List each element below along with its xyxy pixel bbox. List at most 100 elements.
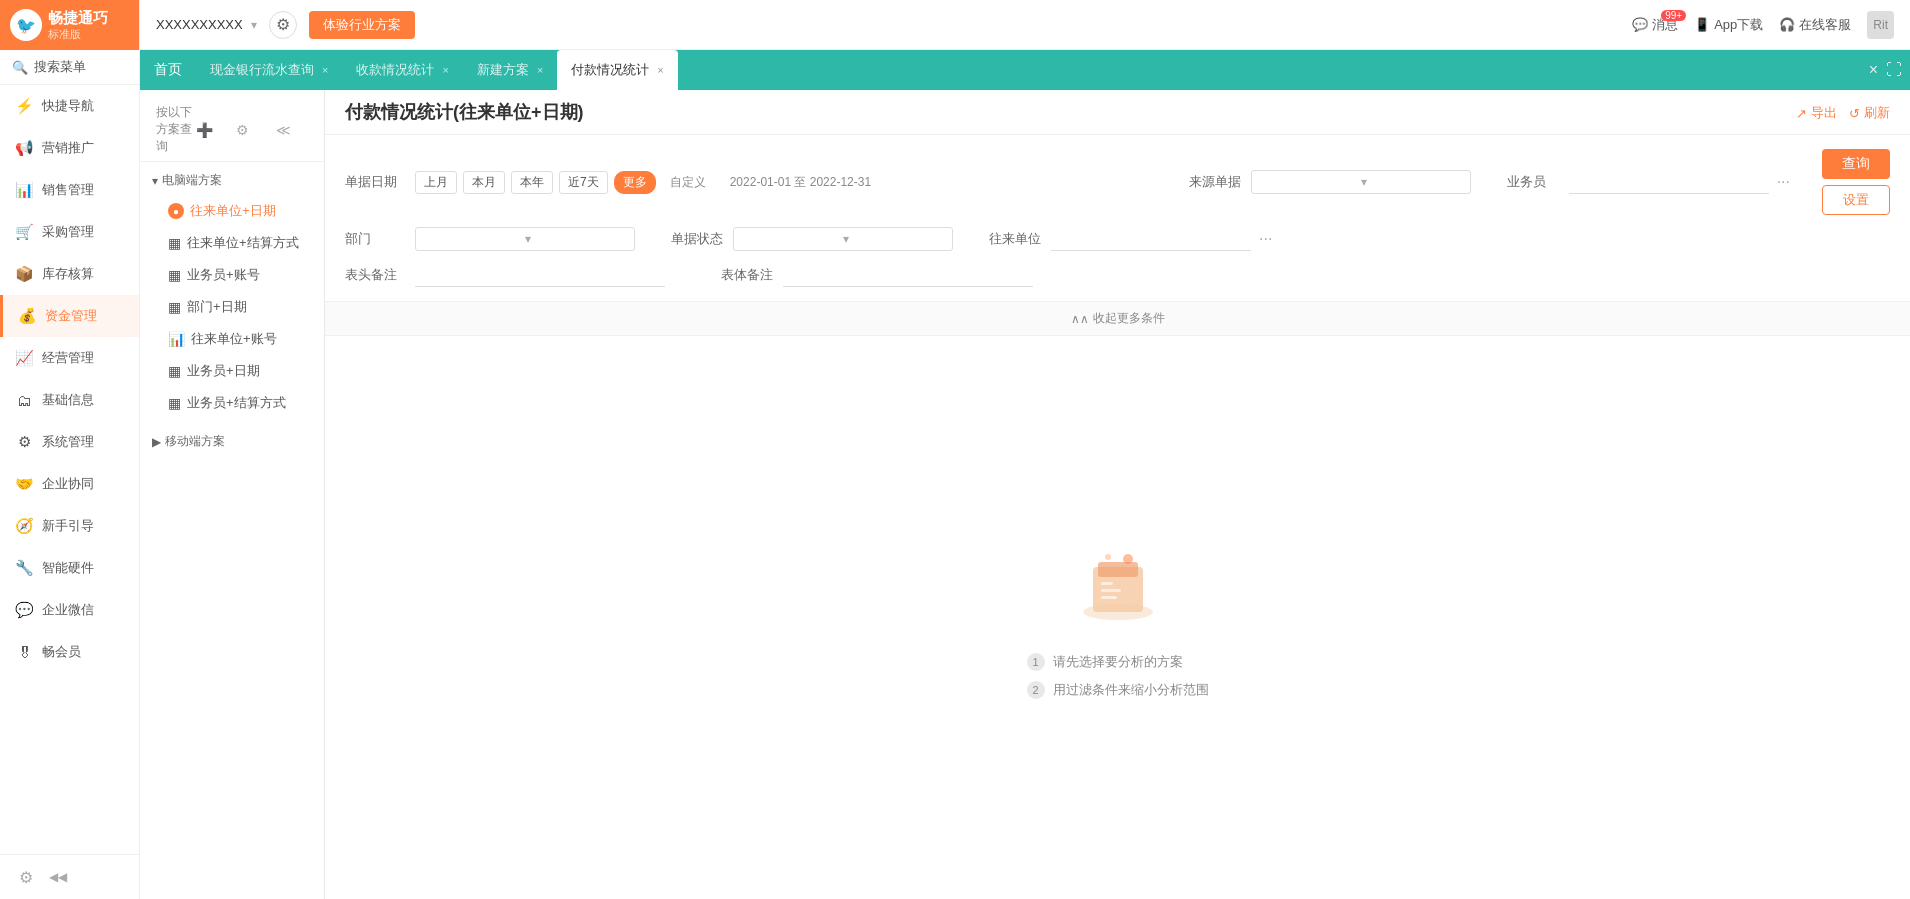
sidebar-item-quick-nav[interactable]: ⚡ 快捷导航 (0, 85, 139, 127)
query-btn[interactable]: 查询 (1822, 149, 1890, 179)
logo-icon: 🐦 (10, 9, 42, 41)
company-dropdown-icon[interactable]: ▾ (251, 18, 257, 32)
sidebar-item-finance[interactable]: 💰 资金管理 (0, 295, 139, 337)
operations-icon: 📈 (14, 348, 34, 368)
tab-close-all-icon[interactable]: × (1869, 61, 1878, 79)
desktop-group-toggle[interactable]: ▾ 电脑端方案 (140, 166, 324, 195)
date-btn-this-year[interactable]: 本年 (511, 171, 553, 194)
scheme-item-salesman-account[interactable]: ▦ 业务员+账号 (140, 259, 324, 291)
mobile-group-toggle[interactable]: ▶ 移动端方案 (140, 427, 324, 456)
scheme-item-salesman-date[interactable]: ▦ 业务员+日期 (140, 355, 324, 387)
sidebar-item-label: 系统管理 (42, 433, 94, 451)
scheme-settings-icon[interactable]: ⚙ (236, 122, 272, 138)
filter-row-2: 部门 ▾ 单据状态 ▾ 往来单位 (345, 227, 1890, 251)
scheme-item-salesman-settle[interactable]: ▦ 业务员+结算方式 (140, 387, 324, 419)
empty-hint-2: 2 用过滤条件来缩小分析范围 (1027, 681, 1209, 699)
tab-collection-stats-close[interactable]: × (442, 64, 448, 76)
sidebar-item-label: 企业协同 (42, 475, 94, 493)
sidebar: 🐦 畅捷通巧 标准版 🔍 搜索菜单 ⚡ 快捷导航 📢 营销推广 📊 销售管理 🛒… (0, 0, 140, 899)
refresh-btn[interactable]: ↺ 刷新 (1849, 104, 1890, 122)
search-menu[interactable]: 🔍 搜索菜单 (0, 50, 139, 85)
sidebar-item-label: 畅会员 (42, 643, 81, 661)
sidebar-item-operations[interactable]: 📈 经营管理 (0, 337, 139, 379)
svg-rect-2 (1098, 562, 1138, 577)
export-btn[interactable]: ↗ 导出 (1796, 104, 1837, 122)
head-note-input[interactable] (415, 263, 665, 287)
add-scheme-icon[interactable]: ➕ (196, 122, 232, 138)
notifications-btn[interactable]: 💬 消息 99+ (1632, 16, 1678, 34)
filter-settings-btn[interactable]: 设置 (1822, 185, 1890, 215)
guide-icon: 🧭 (14, 516, 34, 536)
salesman-input[interactable] (1569, 170, 1769, 194)
sidebar-collapse-icon[interactable]: ◀◀ (46, 865, 70, 889)
tab-collection-stats-label: 收款情况统计 (356, 61, 434, 79)
finance-icon: 💰 (17, 306, 37, 326)
sidebar-item-marketing[interactable]: 📢 营销推广 (0, 127, 139, 169)
body-note-input[interactable] (783, 263, 1033, 287)
basic-icon: 🗂 (14, 390, 34, 410)
online-service-label: 在线客服 (1799, 16, 1851, 34)
head-note-label: 表头备注 (345, 266, 399, 284)
tab-collection-stats[interactable]: 收款情况统计 × (342, 50, 462, 90)
sidebar-item-hardware[interactable]: 🔧 智能硬件 (0, 547, 139, 589)
salesman-ellipsis[interactable]: ··· (1777, 173, 1790, 191)
sidebar-settings-icon[interactable]: ⚙ (14, 865, 38, 889)
tab-payment-stats[interactable]: 付款情况统计 × (557, 50, 677, 90)
partner-ellipsis[interactable]: ··· (1259, 230, 1272, 248)
main-area: XXXXXXXXXX ▾ ⚙ 体验行业方案 💬 消息 99+ 📱 App下载 🎧… (140, 0, 1910, 899)
dept-select[interactable]: ▾ (415, 227, 635, 251)
bill-status-select[interactable]: ▾ (733, 227, 953, 251)
scheme-item-label: 业务员+账号 (187, 266, 260, 284)
scheme-item-dept-date[interactable]: ▦ 部门+日期 (140, 291, 324, 323)
sidebar-item-wechat[interactable]: 💬 企业微信 (0, 589, 139, 631)
sidebar-item-inventory[interactable]: 📦 库存核算 (0, 253, 139, 295)
tab-new-scheme[interactable]: 新建方案 × (463, 50, 557, 90)
tab-new-scheme-close[interactable]: × (537, 64, 543, 76)
sidebar-item-member[interactable]: 🎖 畅会员 (0, 631, 139, 673)
hint-text-1: 请先选择要分析的方案 (1053, 653, 1183, 671)
source-select[interactable]: ▾ (1251, 170, 1471, 194)
partner-input[interactable] (1051, 227, 1251, 251)
right-content: 付款情况统计(往来单位+日期) ↗ 导出 ↺ 刷新 单据日期 (325, 90, 1910, 899)
sidebar-item-basic[interactable]: 🗂 基础信息 (0, 379, 139, 421)
scheme-item-partner-settle[interactable]: ▦ 往来单位+结算方式 (140, 227, 324, 259)
app-icon: 📱 (1694, 17, 1710, 32)
online-service-btn[interactable]: 🎧 在线客服 (1779, 16, 1851, 34)
hint-text-2: 用过滤条件来缩小分析范围 (1053, 681, 1209, 699)
header-settings-btn[interactable]: ⚙ (269, 11, 297, 39)
sidebar-nav: ⚡ 快捷导航 📢 营销推广 📊 销售管理 🛒 采购管理 📦 库存核算 💰 资金管… (0, 85, 139, 854)
page-header-actions: ↗ 导出 ↺ 刷新 (1796, 100, 1890, 122)
sidebar-item-purchase[interactable]: 🛒 采购管理 (0, 211, 139, 253)
tabs-right-actions: × ⛶ (1869, 61, 1910, 79)
scheme-item-partner-account[interactable]: 📊 往来单位+账号 (140, 323, 324, 355)
trial-btn[interactable]: 体验行业方案 (309, 11, 415, 39)
desktop-scheme-group: ▾ 电脑端方案 ● 往来单位+日期 ▦ 往来单位+结算方式 ▦ 业务员+账号 ▦ (140, 162, 324, 423)
scheme-item-partner-date[interactable]: ● 往来单位+日期 (140, 195, 324, 227)
tab-bank-flow-close[interactable]: × (322, 64, 328, 76)
date-btn-last-month[interactable]: 上月 (415, 171, 457, 194)
date-btn-more[interactable]: 更多 (614, 171, 656, 194)
sidebar-item-system[interactable]: ⚙ 系统管理 (0, 421, 139, 463)
tab-bank-flow[interactable]: 现金银行流水查询 × (196, 50, 342, 90)
date-btn-custom[interactable]: 自定义 (662, 172, 714, 193)
tab-expand-icon[interactable]: ⛶ (1886, 61, 1902, 79)
table-icon: ▦ (168, 363, 181, 379)
sidebar-item-sales[interactable]: 📊 销售管理 (0, 169, 139, 211)
collapse-bar[interactable]: ∧∧ 收起更多条件 (325, 302, 1910, 336)
purchase-icon: 🛒 (14, 222, 34, 242)
avatar[interactable]: Rit (1867, 11, 1894, 39)
sidebar-item-label: 采购管理 (42, 223, 94, 241)
sidebar-bottom: ⚙ ◀◀ (0, 854, 139, 899)
date-btn-this-month[interactable]: 本月 (463, 171, 505, 194)
bill-status-label: 单据状态 (671, 230, 725, 248)
tab-payment-stats-close[interactable]: × (657, 64, 663, 76)
filter-area: 单据日期 上月 本月 本年 近7天 更多 自定义 2022-01-01 至 20… (325, 135, 1910, 302)
header: XXXXXXXXXX ▾ ⚙ 体验行业方案 💬 消息 99+ 📱 App下载 🎧… (140, 0, 1910, 50)
date-btn-last-7days[interactable]: 近7天 (559, 171, 608, 194)
sidebar-item-enterprise[interactable]: 🤝 企业协同 (0, 463, 139, 505)
app-download-btn[interactable]: 📱 App下载 (1694, 16, 1763, 34)
tab-payment-stats-label: 付款情况统计 (571, 61, 649, 79)
tab-home[interactable]: 首页 (140, 50, 196, 90)
sidebar-item-guide[interactable]: 🧭 新手引导 (0, 505, 139, 547)
scheme-collapse-icon[interactable]: ≪ (276, 122, 312, 138)
